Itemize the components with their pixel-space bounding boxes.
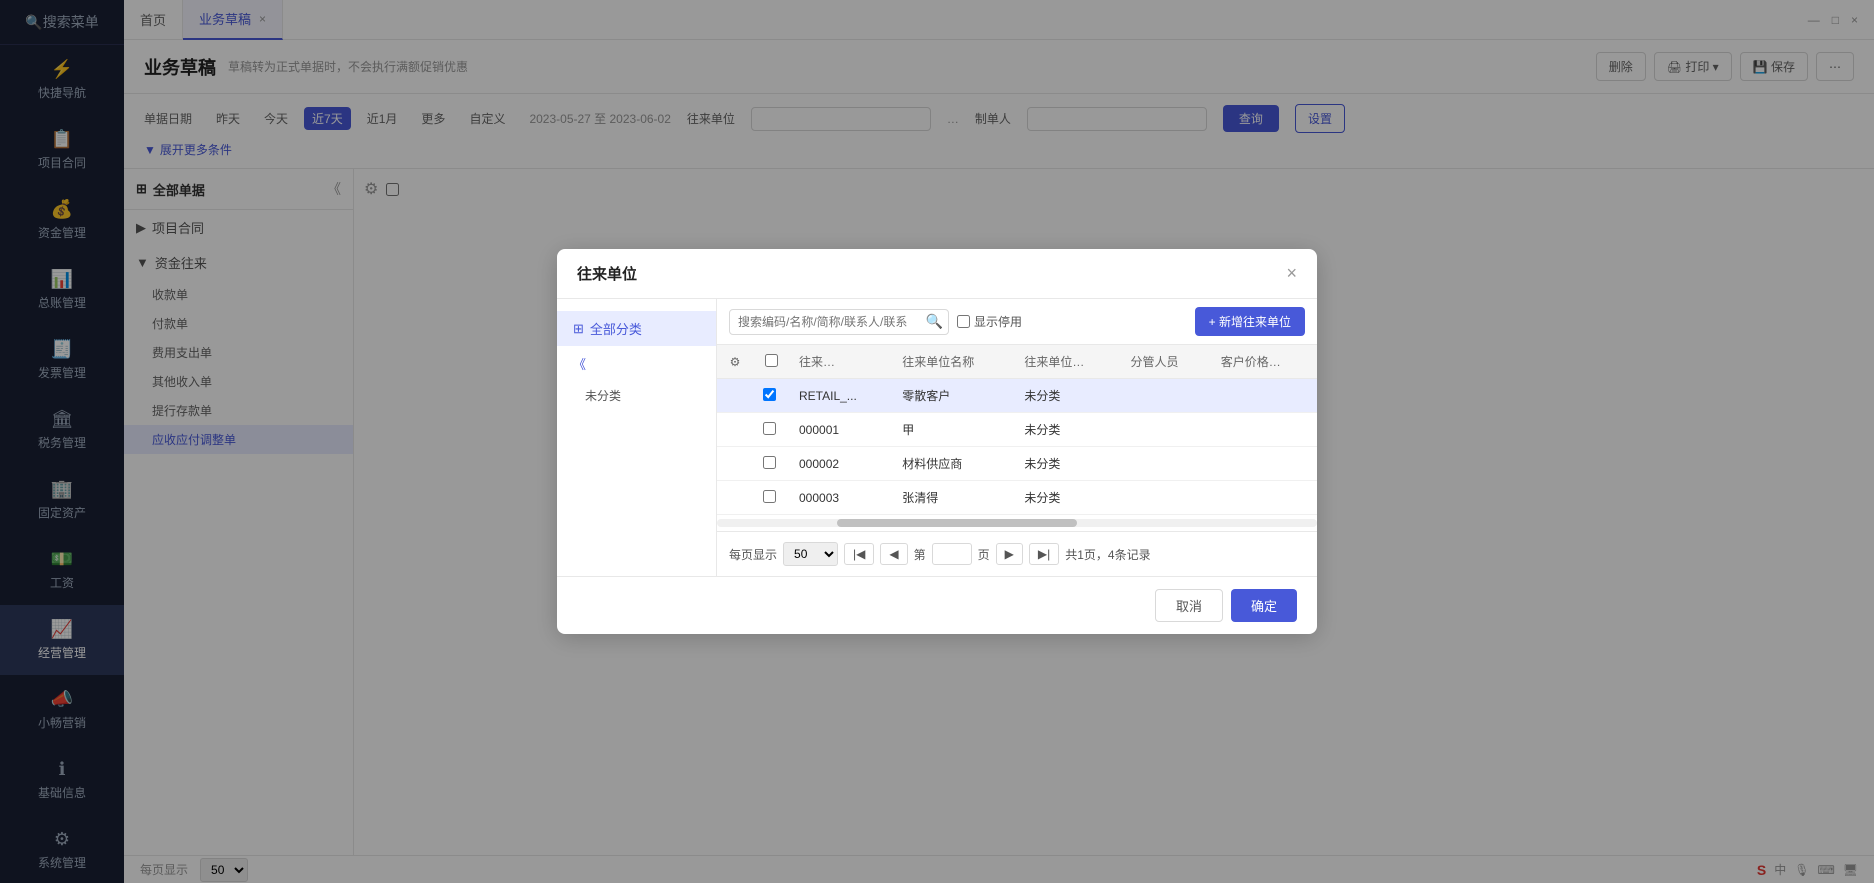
- table-body: RETAIL_... 零散客户 未分类 000001 甲: [717, 379, 1317, 515]
- row-settings: [717, 413, 753, 447]
- modal-title: 往来单位: [577, 263, 637, 284]
- table-row[interactable]: 000002 材料供应商 未分类: [717, 447, 1317, 481]
- modal-body: ⊞ 全部分类 《 未分类 🔍 显示停用: [557, 299, 1317, 576]
- per-page-select[interactable]: 50 20 100: [783, 542, 838, 566]
- th-price: 客户价格…: [1211, 345, 1317, 379]
- modal-toolbar: 🔍 显示停用 + 新增往来单位: [717, 299, 1317, 345]
- row-price: [1211, 379, 1317, 413]
- modal-tree-all[interactable]: ⊞ 全部分类: [557, 311, 716, 346]
- row-name: 张清得: [892, 481, 1014, 515]
- row-code: RETAIL_...: [789, 379, 892, 413]
- row-name: 零散客户: [892, 379, 1014, 413]
- table-header: ⚙ 往来… 往来单位名称 往来单位… 分管人员 客户价格…: [717, 345, 1317, 379]
- th-name: 往来单位名称: [892, 345, 1014, 379]
- row-category: 未分类: [1014, 447, 1120, 481]
- row-checkbox[interactable]: [763, 490, 776, 503]
- th-settings: ⚙: [717, 345, 753, 379]
- modal-close-button[interactable]: ×: [1286, 263, 1297, 284]
- pagination: 每页显示 50 20 100 |◀ ◀ 第 1 页 ▶ ▶| 共1页，4条记录: [717, 531, 1317, 576]
- add-partner-button[interactable]: + 新增往来单位: [1195, 307, 1305, 336]
- modal-header: 往来单位 ×: [557, 249, 1317, 299]
- last-page-button[interactable]: ▶|: [1029, 543, 1059, 565]
- row-category: 未分类: [1014, 481, 1120, 515]
- row-settings: [717, 447, 753, 481]
- row-manager: [1121, 379, 1211, 413]
- row-manager: [1121, 481, 1211, 515]
- confirm-button[interactable]: 确定: [1231, 589, 1297, 622]
- table-select-all[interactable]: [765, 354, 778, 367]
- page-label: 第: [914, 546, 926, 563]
- row-checkbox[interactable]: [763, 456, 776, 469]
- th-checkbox: [753, 345, 789, 379]
- row-category: 未分类: [1014, 413, 1120, 447]
- total-records: 共1页，4条记录: [1065, 546, 1150, 563]
- search-wrap: 🔍: [729, 309, 949, 335]
- scroll-thumb[interactable]: [837, 519, 1077, 527]
- cancel-button[interactable]: 取消: [1155, 589, 1223, 622]
- horizontal-scrollbar[interactable]: [717, 519, 1317, 527]
- row-code: 000003: [789, 481, 892, 515]
- per-page-label: 每页显示: [729, 546, 777, 563]
- next-page-button[interactable]: ▶: [996, 543, 1023, 565]
- modal-tree: ⊞ 全部分类 《 未分类: [557, 299, 717, 576]
- table-row[interactable]: 000001 甲 未分类: [717, 413, 1317, 447]
- row-name: 甲: [892, 413, 1014, 447]
- show-disabled-label: 显示停用: [957, 313, 1022, 330]
- row-name: 材料供应商: [892, 447, 1014, 481]
- row-price: [1211, 481, 1317, 515]
- row-code: 000002: [789, 447, 892, 481]
- row-settings: [717, 481, 753, 515]
- search-icon[interactable]: 🔍: [926, 313, 943, 330]
- page-number-input[interactable]: 1: [932, 543, 972, 565]
- row-check: [753, 379, 789, 413]
- modal-overlay: 往来单位 × ⊞ 全部分类 《 未分类: [0, 0, 1874, 883]
- row-price: [1211, 413, 1317, 447]
- row-check: [753, 481, 789, 515]
- row-check: [753, 413, 789, 447]
- show-disabled-checkbox[interactable]: [957, 315, 970, 328]
- modal-tree-unclassified[interactable]: 未分类: [557, 381, 716, 410]
- page-suffix: 页: [978, 546, 990, 563]
- grid-icon-small: ⊞: [573, 321, 584, 337]
- table-row[interactable]: RETAIL_... 零散客户 未分类: [717, 379, 1317, 413]
- chevron-left-icon: 《: [573, 354, 586, 373]
- table-row[interactable]: 000003 张清得 未分类: [717, 481, 1317, 515]
- modal-tree-all-label: 全部分类: [590, 319, 642, 338]
- prev-page-button[interactable]: ◀: [880, 543, 907, 565]
- partner-table: ⚙ 往来… 往来单位名称 往来单位… 分管人员 客户价格…: [717, 345, 1317, 515]
- row-check: [753, 447, 789, 481]
- row-manager: [1121, 447, 1211, 481]
- th-code: 往来…: [789, 345, 892, 379]
- modal-content-right: 🔍 显示停用 + 新增往来单位 ⚙: [717, 299, 1317, 576]
- row-checkbox[interactable]: [763, 388, 776, 401]
- partner-modal: 往来单位 × ⊞ 全部分类 《 未分类: [557, 249, 1317, 634]
- partner-search-input[interactable]: [729, 309, 949, 335]
- table-scroll-wrap: ⚙ 往来… 往来单位名称 往来单位… 分管人员 客户价格…: [717, 345, 1317, 515]
- row-manager: [1121, 413, 1211, 447]
- row-category: 未分类: [1014, 379, 1120, 413]
- first-page-button[interactable]: |◀: [844, 543, 874, 565]
- row-code: 000001: [789, 413, 892, 447]
- row-checkbox[interactable]: [763, 422, 776, 435]
- show-disabled-text: 显示停用: [974, 313, 1022, 330]
- modal-footer: 取消 确定: [557, 576, 1317, 634]
- modal-tree-collapse[interactable]: 《: [557, 346, 716, 381]
- th-category: 往来单位…: [1014, 345, 1120, 379]
- row-price: [1211, 447, 1317, 481]
- row-settings: [717, 379, 753, 413]
- th-manager: 分管人员: [1121, 345, 1211, 379]
